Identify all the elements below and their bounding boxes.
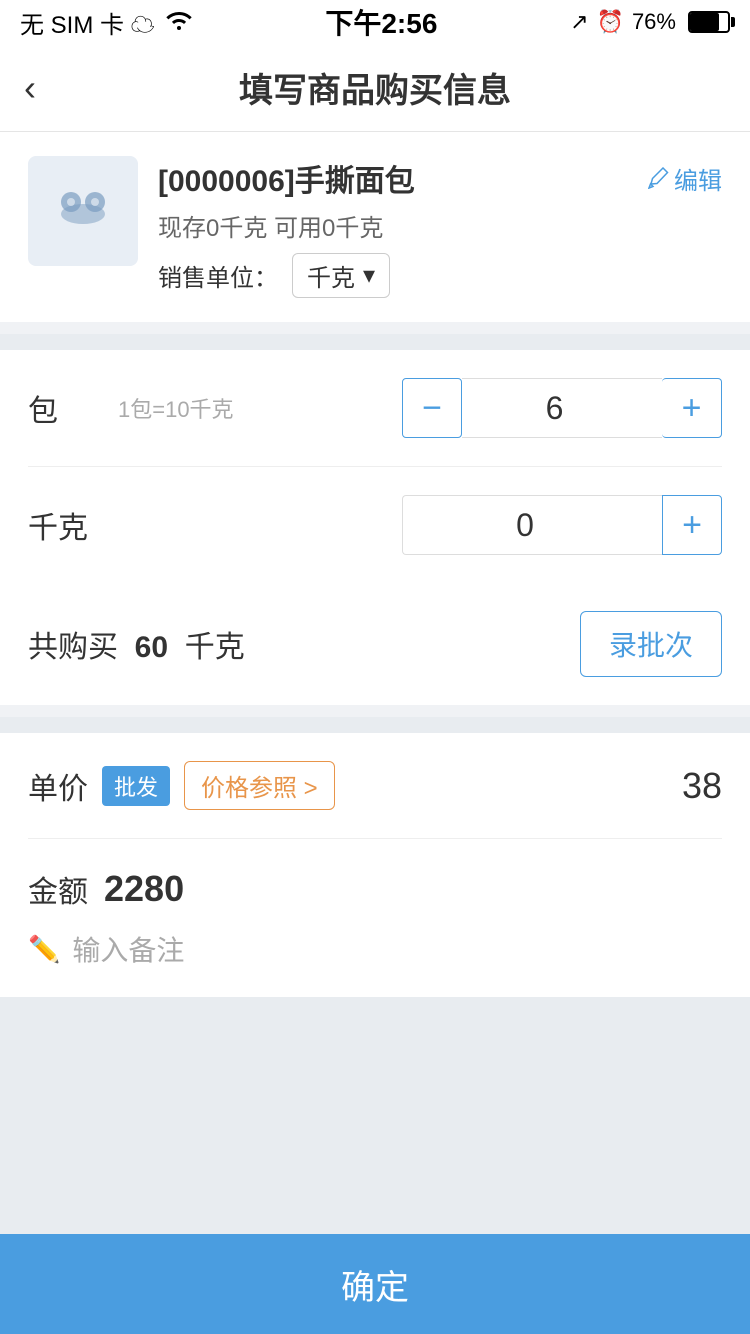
status-right: ↗ ⏰ 76% xyxy=(570,9,730,35)
spacer xyxy=(0,997,750,1234)
dropdown-icon: ▾ xyxy=(363,261,375,290)
status-left: 无 SIM 卡 ☁ xyxy=(20,5,193,40)
product-unit-row: 销售单位： 千克 ▾ xyxy=(158,253,722,298)
kg-input[interactable] xyxy=(402,495,662,555)
back-button[interactable]: ‹ xyxy=(24,67,36,109)
unit-label: 销售单位： xyxy=(158,258,278,293)
divider-2 xyxy=(0,717,750,733)
price-row: 单价 批发 价格参照 > 38 xyxy=(28,761,722,839)
product-card: [0000006]手撕面包 编辑 现存0千克 可用0千克 销售单位： 千克 ▾ xyxy=(0,132,750,322)
bao-input[interactable] xyxy=(462,378,662,438)
bao-controls: − + xyxy=(402,378,722,438)
alarm-icon: ⏰ xyxy=(597,9,624,35)
amount-section: 金额 2280 ✏️ 输入备注 xyxy=(0,839,750,997)
amount-label: 金额 xyxy=(28,867,88,911)
product-thumbnail xyxy=(28,156,138,266)
remark-row[interactable]: ✏️ 输入备注 xyxy=(28,929,722,969)
edit-label: 编辑 xyxy=(674,161,722,196)
unit-select[interactable]: 千克 ▾ xyxy=(292,253,390,298)
bao-minus-button[interactable]: − xyxy=(402,378,462,438)
price-tag: 批发 xyxy=(102,766,170,806)
total-unit: 千克 xyxy=(185,631,245,664)
location-icon: ↗ xyxy=(570,9,588,35)
product-info: [0000006]手撕面包 编辑 现存0千克 可用0千克 销售单位： 千克 ▾ xyxy=(158,156,722,298)
bao-hint: 1包=10千克 xyxy=(118,392,402,424)
price-section: 单价 批发 价格参照 > 38 xyxy=(0,733,750,839)
total-label: 共购买 xyxy=(28,631,118,664)
price-value: 38 xyxy=(682,765,722,807)
bao-plus-button[interactable]: + xyxy=(662,378,722,438)
amount-value: 2280 xyxy=(104,868,184,910)
price-ref-button[interactable]: 价格参照 > xyxy=(184,761,335,810)
nav-bar: ‹ 填写商品购买信息 xyxy=(0,44,750,132)
edit-button[interactable]: 编辑 xyxy=(648,161,722,196)
total-amount: 60 xyxy=(135,631,168,664)
total-row: 共购买 60 千克 录批次 xyxy=(0,583,750,705)
status-bar: 无 SIM 卡 ☁ 下午2:56 ↗ ⏰ 76% xyxy=(0,0,750,44)
remark-icon: ✏️ xyxy=(28,934,60,965)
kg-controls: + xyxy=(402,495,722,555)
batch-button[interactable]: 录批次 xyxy=(580,611,722,677)
unit-value: 千克 xyxy=(307,258,355,293)
bao-input-row: 包 1包=10千克 − + xyxy=(28,350,722,467)
sim-label: 无 SIM 卡 ☁ xyxy=(20,5,155,40)
divider-1 xyxy=(0,334,750,350)
kg-plus-button[interactable]: + xyxy=(662,495,722,555)
product-logo xyxy=(53,182,113,240)
remark-placeholder: 输入备注 xyxy=(72,929,184,969)
bao-label: 包 xyxy=(28,386,108,430)
kg-input-row: 千克 + xyxy=(28,467,722,583)
confirm-button[interactable]: 确定 xyxy=(0,1234,750,1334)
total-text: 共购买 60 千克 xyxy=(28,622,245,666)
confirm-label: 确定 xyxy=(341,1260,409,1309)
wifi-icon xyxy=(165,8,193,37)
battery-icon xyxy=(688,11,730,33)
battery-percent: 76% xyxy=(632,9,676,35)
kg-label: 千克 xyxy=(28,503,108,547)
product-name: [0000006]手撕面包 xyxy=(158,156,415,200)
status-time: 下午2:56 xyxy=(325,2,437,42)
product-stock: 现存0千克 可用0千克 xyxy=(158,208,722,243)
price-label: 单价 xyxy=(28,764,88,808)
page-title: 填写商品购买信息 xyxy=(239,63,511,112)
amount-row: 金额 2280 xyxy=(28,867,722,911)
input-section: 包 1包=10千克 − + 千克 + xyxy=(0,350,750,583)
